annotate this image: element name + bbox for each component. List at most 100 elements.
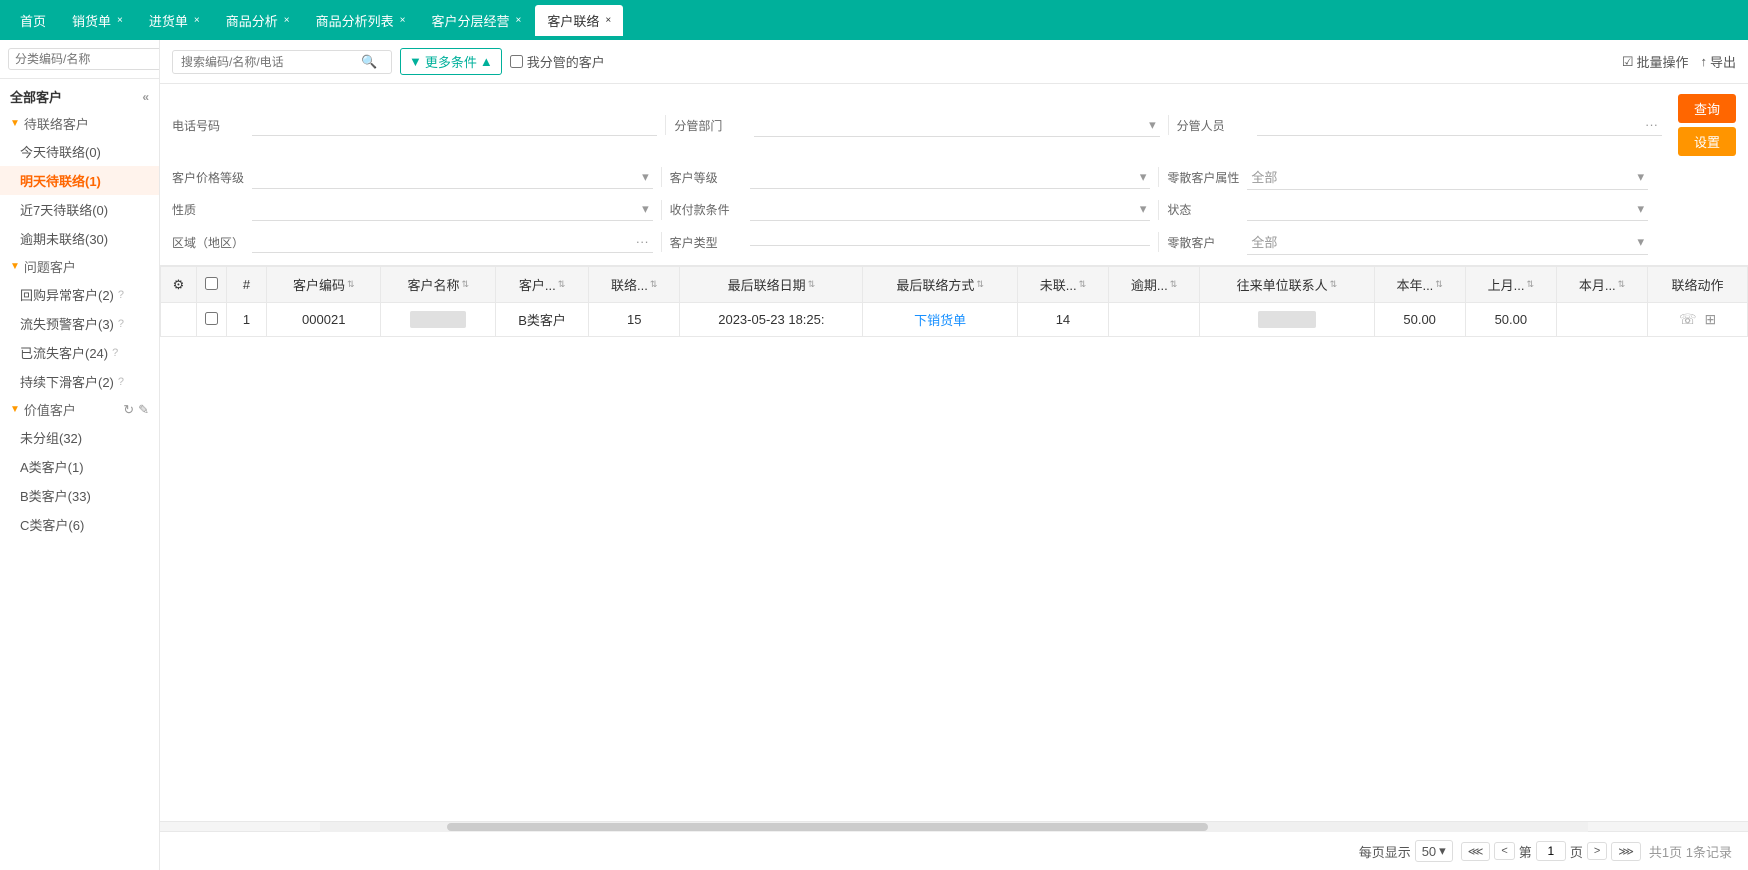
- col-last-contact-date[interactable]: 最后联络日期 ⇅: [680, 267, 863, 303]
- all-customers-header[interactable]: 全部客户 «: [0, 79, 159, 110]
- value-group-refresh-icon[interactable]: ↻: [123, 402, 134, 418]
- nav-customer-contact[interactable]: 客户联络 ×: [535, 5, 623, 36]
- nav-product-analysis-close[interactable]: ×: [284, 15, 290, 26]
- sidebar-search-input[interactable]: [8, 48, 160, 70]
- filter-chevron-icon: ▲: [480, 54, 493, 69]
- payment-select[interactable]: ▾: [750, 198, 1151, 221]
- sidebar-item-ungrouped[interactable]: 未分组(32): [0, 423, 159, 452]
- sidebar-item-churn-warning[interactable]: 流失预警客户(3) ?: [0, 309, 159, 338]
- filter-divider-5: [661, 200, 662, 220]
- sidebar-item-overdue[interactable]: 逾期未联络(30): [0, 224, 159, 253]
- search-input[interactable]: [181, 55, 361, 69]
- sidebar-item-b-class[interactable]: B类客户(33): [0, 481, 159, 510]
- nav-sales-close[interactable]: ×: [117, 15, 123, 26]
- customer-type-select[interactable]: [750, 239, 1151, 246]
- page-size-box[interactable]: 50 ▾: [1415, 840, 1453, 862]
- value-group-edit-icon[interactable]: ✎: [138, 402, 149, 418]
- col-no-contact[interactable]: 未联... ⇅: [1017, 267, 1108, 303]
- sidebar-item-a-class[interactable]: A类客户(1): [0, 452, 159, 481]
- col-last-month[interactable]: 上月... ⇅: [1465, 267, 1556, 303]
- sidebar-item-today[interactable]: 今天待联络(0): [0, 137, 159, 166]
- row-last-contact-method-link[interactable]: 下销货单: [914, 313, 966, 328]
- prev-page-button[interactable]: <: [1494, 842, 1514, 860]
- search-icon-btn[interactable]: 🔍: [361, 54, 377, 70]
- col-this-month[interactable]: 本月... ⇅: [1556, 267, 1647, 303]
- retail-customer-value: 全部: [1251, 232, 1277, 251]
- retail-customer-select[interactable]: 全部 ▾: [1247, 229, 1648, 255]
- nav-purchase-close[interactable]: ×: [194, 15, 200, 26]
- row-action-cell: ☏ ⊞: [1648, 303, 1748, 337]
- my-customer-checkbox[interactable]: [510, 55, 523, 68]
- sidebar-item-declining[interactable]: 持续下滑客户(2) ?: [0, 367, 159, 396]
- status-field: 状态 ▾: [1167, 198, 1648, 221]
- help-icon-churn[interactable]: ?: [118, 318, 124, 330]
- sidebar-item-7days[interactable]: 近7天待联络(0): [0, 195, 159, 224]
- nav-customer-contact-close[interactable]: ×: [605, 15, 611, 26]
- row-name-cell: Ea: [381, 303, 495, 337]
- nav-product-list-close[interactable]: ×: [400, 15, 406, 26]
- sidebar-item-c-class[interactable]: C类客户(6): [0, 510, 159, 539]
- customer-price-level-field: 客户价格等级 ▾: [172, 166, 653, 189]
- last-page-button[interactable]: ⋙: [1611, 842, 1641, 861]
- col-code[interactable]: 客户编码 ⇅: [267, 267, 381, 303]
- row-phone-icon[interactable]: ☏: [1679, 311, 1697, 328]
- col-this-year[interactable]: 本年... ⇅: [1374, 267, 1465, 303]
- help-icon-declining[interactable]: ?: [118, 376, 124, 388]
- status-select[interactable]: ▾: [1247, 198, 1648, 221]
- sidebar-item-tomorrow[interactable]: 明天待联络(1): [0, 166, 159, 195]
- customer-price-level-select[interactable]: ▾: [252, 166, 653, 189]
- nav-customer-layering-close[interactable]: ×: [515, 15, 521, 26]
- first-page-button[interactable]: ⋘: [1461, 842, 1491, 861]
- col-category[interactable]: 客户... ⇅: [495, 267, 588, 303]
- customer-level-select[interactable]: ▾: [750, 166, 1151, 189]
- nav-customer-layering[interactable]: 客户分层经营 ×: [419, 5, 533, 36]
- phone-input[interactable]: [252, 115, 657, 136]
- filter-divider-6: [1158, 200, 1159, 220]
- col-this-year-label: 本年...: [1396, 275, 1433, 294]
- batch-op-button[interactable]: ☑ 批量操作: [1622, 52, 1689, 71]
- filter-row-1: 电话号码 分管部门 ▾ 分管人员 ···: [172, 94, 1736, 156]
- query-button[interactable]: 查询: [1678, 94, 1736, 123]
- col-name[interactable]: 客户名称 ⇅: [381, 267, 495, 303]
- sidebar-collapse-icon[interactable]: «: [142, 90, 149, 104]
- retail-attr-field: 零散客户属性 全部 ▾: [1167, 164, 1648, 190]
- col-contact[interactable]: 联络... ⇅: [589, 267, 680, 303]
- select-all-checkbox[interactable]: [205, 277, 218, 290]
- row-grid-icon[interactable]: ⊞: [1704, 311, 1716, 328]
- nav-sales[interactable]: 销货单 ×: [60, 5, 135, 36]
- export-button[interactable]: ↑ 导出: [1700, 52, 1736, 71]
- sidebar-item-abnormal[interactable]: 回购异常客户(2) ?: [0, 280, 159, 309]
- my-customer-checkbox-area[interactable]: 我分管的客户: [510, 52, 605, 71]
- nav-purchase[interactable]: 进货单 ×: [137, 5, 212, 36]
- nature-select[interactable]: ▾: [252, 198, 653, 221]
- nav-product-list[interactable]: 商品分析列表 ×: [304, 5, 418, 36]
- branch-person-label: 分管人员: [1177, 117, 1257, 134]
- next-page-button[interactable]: >: [1587, 842, 1607, 860]
- nav-home[interactable]: 首页: [8, 5, 58, 36]
- col-last-contact-method[interactable]: 最后联络方式 ⇅: [863, 267, 1017, 303]
- more-filter-button[interactable]: ▼ 更多条件 ▲: [400, 48, 502, 75]
- retail-customer-chevron: ▾: [1637, 234, 1644, 250]
- branch-person-select[interactable]: ···: [1257, 114, 1662, 136]
- col-overdue[interactable]: 逾期... ⇅: [1109, 267, 1200, 303]
- nature-label: 性质: [172, 201, 252, 218]
- branch-dept-select[interactable]: ▾: [754, 114, 1159, 137]
- scroll-thumb[interactable]: [447, 823, 1208, 831]
- value-group-header: ▼ 价值客户 ↻ ✎: [0, 396, 159, 423]
- page-input[interactable]: [1536, 841, 1566, 861]
- sidebar-item-churned[interactable]: 已流失客户(24) ?: [0, 338, 159, 367]
- page-input-label: 第: [1519, 842, 1532, 861]
- branch-person-ellipsis: ···: [1645, 117, 1658, 132]
- col-last-contact-date-sort: ⇅: [808, 279, 816, 290]
- sidebar-item-overdue-label: 逾期未联络(30): [20, 229, 108, 248]
- col-contact-person[interactable]: 往来单位联系人 ⇅: [1200, 267, 1374, 303]
- help-icon-churned[interactable]: ?: [112, 347, 118, 359]
- col-gear[interactable]: ⚙: [161, 267, 197, 303]
- setting-button[interactable]: 设置: [1678, 127, 1736, 156]
- help-icon-abnormal[interactable]: ?: [118, 289, 124, 301]
- retail-attr-select[interactable]: 全部 ▾: [1247, 164, 1648, 190]
- row-overdue-cell: [1109, 303, 1200, 337]
- nav-product-analysis[interactable]: 商品分析 ×: [214, 5, 302, 36]
- area-select[interactable]: ···: [252, 231, 653, 253]
- row-checkbox[interactable]: [205, 312, 218, 325]
